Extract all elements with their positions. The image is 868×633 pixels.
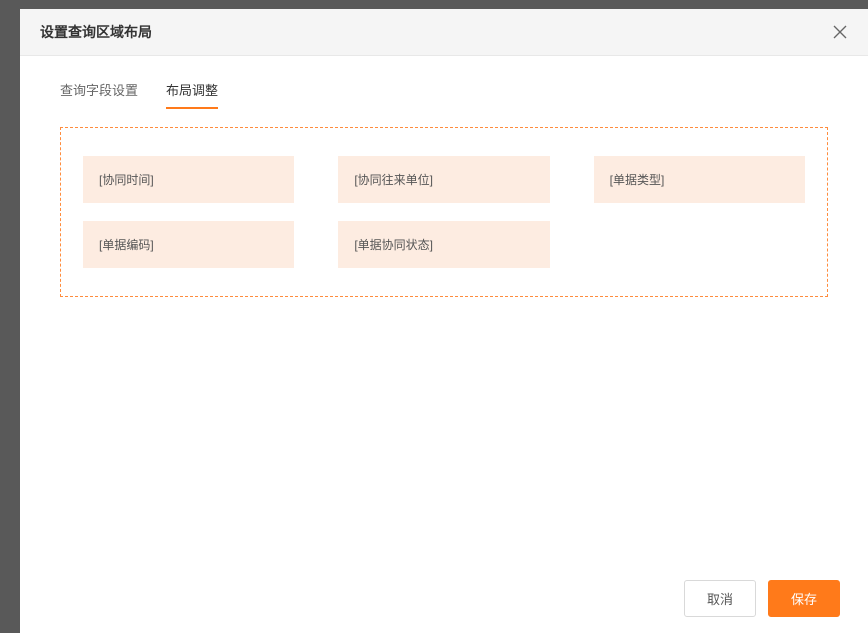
layout-dropzone[interactable]: [协同时间] [协同往来单位] [单据类型] [单据编码] [单据协同状态] bbox=[60, 127, 828, 297]
tab-query-fields[interactable]: 查询字段设置 bbox=[60, 80, 138, 109]
field-item[interactable]: [协同时间] bbox=[83, 156, 294, 203]
field-item[interactable]: [单据协同状态] bbox=[338, 221, 549, 268]
field-item[interactable]: [协同往来单位] bbox=[338, 156, 549, 203]
field-item[interactable]: [单据编码] bbox=[83, 221, 294, 268]
field-item[interactable]: [单据类型] bbox=[594, 156, 805, 203]
modal-body: 查询字段设置 布局调整 [协同时间] [协同往来单位] [单据类型] [单据编码… bbox=[20, 56, 868, 564]
tab-layout-adjust[interactable]: 布局调整 bbox=[166, 80, 218, 109]
close-icon bbox=[833, 25, 847, 39]
close-button[interactable] bbox=[832, 24, 848, 40]
modal-header: 设置查询区域布局 bbox=[20, 9, 868, 56]
layout-grid: [协同时间] [协同往来单位] [单据类型] [单据编码] [单据协同状态] bbox=[83, 156, 805, 268]
tabs: 查询字段设置 布局调整 bbox=[60, 80, 828, 109]
modal-footer: 取消 保存 bbox=[20, 564, 868, 633]
save-button[interactable]: 保存 bbox=[768, 580, 840, 617]
layout-settings-modal: 设置查询区域布局 查询字段设置 布局调整 [协同时间] [协同往来单位] [单据… bbox=[20, 9, 868, 633]
modal-title: 设置查询区域布局 bbox=[40, 22, 152, 42]
cancel-button[interactable]: 取消 bbox=[684, 580, 756, 617]
